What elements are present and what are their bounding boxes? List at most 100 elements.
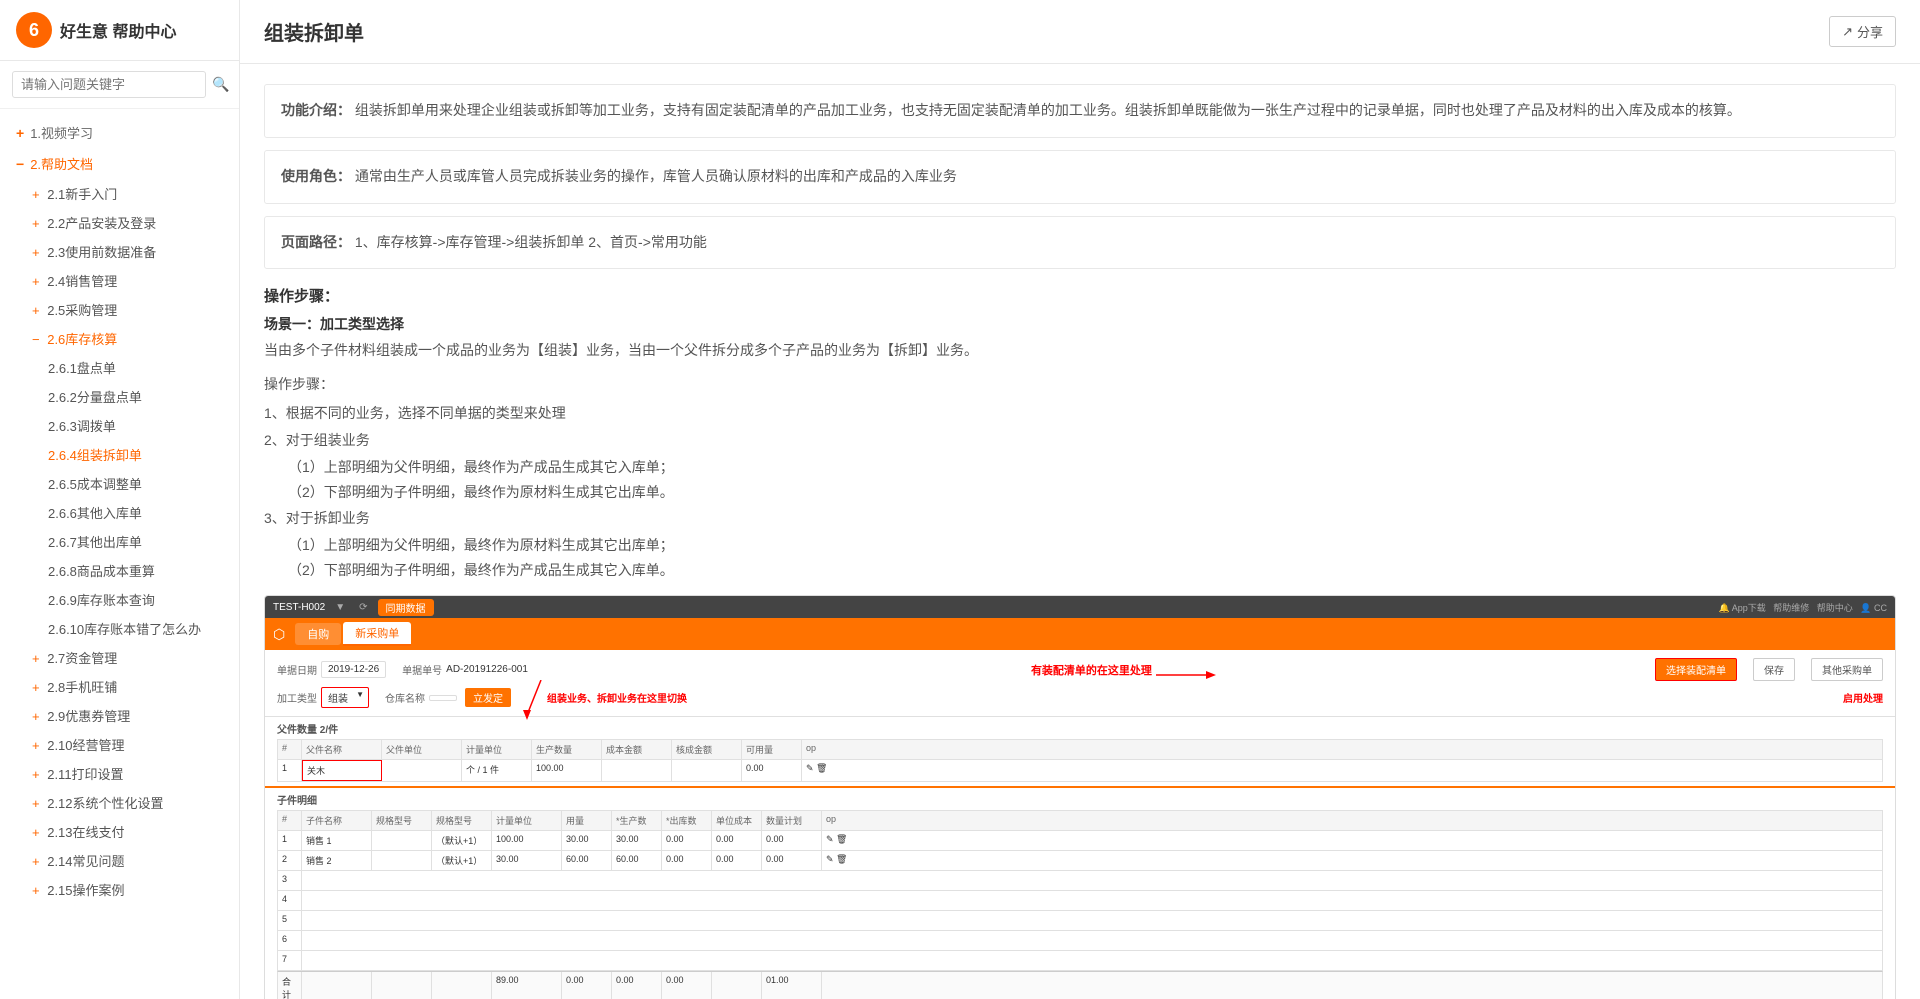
mock-navbar: ⬡ 自购 新采购单 [265,618,1895,650]
mock-child-row-3: 3 [277,871,1883,891]
plus-icon: + [32,303,40,318]
page-title: 组装拆卸单 [264,17,364,46]
function-intro-text: 组装拆卸单用来处理企业组装或拆卸等加工业务，支持有固定装配清单的产品加工业务，也… [355,102,1741,118]
share-button[interactable]: ↗ 分享 [1829,16,1896,47]
sidebar-item-ledger-fix[interactable]: 2.6.10库存账本错了怎么办 [0,614,239,643]
dropdown-icon: ▼ [356,690,364,699]
mock-ver: ▼ [335,602,345,613]
mock-confirm-btn[interactable]: 立发定 [465,688,511,707]
mock-table-row-1: 1 关木 个 / 1 件 100.00 0.00 ✎ 🗑 [277,760,1883,782]
sidebar-item-cases[interactable]: + 2.15操作案例 [0,875,239,904]
mock-tab-new[interactable]: 新采购单 [343,622,411,646]
sidebar-item-mobile[interactable]: + 2.8手机旺铺 [0,672,239,701]
mock-bill-label: 单据单号 [402,662,442,677]
mock-form-area: 单据日期 2019-12-26 单据单号 AD-20191226-001 有装配… [265,650,1895,717]
sidebar-item-install[interactable]: + 2.2产品安装及登录 [0,208,239,237]
search-input[interactable] [12,71,206,98]
mock-date-value[interactable]: 2019-12-26 [321,661,386,678]
step1: 1、根据不同的业务，选择不同单据的类型来处理 [264,401,1896,426]
mock-type-select[interactable]: 组装 ▼ [321,687,369,708]
sidebar-item-sales[interactable]: + 2.4销售管理 [0,266,239,295]
role-label: 使用角色： [281,168,351,184]
sidebar-item-transfer[interactable]: 2.6.3调拨单 [0,411,239,440]
mock-child-row-1: 1 销售 1 （默认+1） 100.00 30.00 30.00 0.00 0.… [277,831,1883,851]
annotation-switch: 组装业务、拆卸业务在这里切换 [547,690,687,705]
mock-child-row-5: 5 [277,911,1883,931]
plus-icon: + [32,216,40,231]
red-arrow-2 [523,680,543,720]
plus-icon: + [16,125,24,141]
mock-other-btn[interactable]: 其他采购单 [1811,658,1883,681]
scene1-title: 场景一：加工类型选择 [264,314,1896,334]
function-intro-label: 功能介绍： [281,102,351,118]
main-header: 组装拆卸单 ↗ 分享 [240,0,1920,64]
plus-icon: + [32,187,40,202]
plus-icon: + [32,796,40,811]
sidebar-item-ledger-query[interactable]: 2.6.9库存账本查询 [0,585,239,614]
mock-select-bom-btn[interactable]: 选择装配清单 [1655,658,1737,681]
plus-icon: + [32,680,40,695]
sidebar-item-other-out[interactable]: 2.6.7其他出库单 [0,527,239,556]
step2-2: （2）下部明细为子件明细，最终作为原材料生成其它出库单。 [264,480,1896,505]
mock-company: TEST-H002 [273,602,325,613]
sidebar-item-coupon[interactable]: + 2.9优惠券管理 [0,701,239,730]
mock-child-row-4: 4 [277,891,1883,911]
mock-child-label: 子件明细 [277,792,1883,807]
mock-warehouse-select[interactable] [429,695,457,701]
plus-icon: + [32,274,40,289]
mock-table-footer: 合计 89.00 0.00 0.00 0.00 01.00 [277,971,1883,999]
mock-child-row-7: 7 [277,951,1883,971]
mock-subtype-label: 仓库名称 [385,690,425,705]
sidebar-item-inventory[interactable]: − 2.6库存核算 [0,324,239,353]
sidebar-item-stocktake[interactable]: 2.6.1盘点单 [0,353,239,382]
mock-parent-name[interactable]: 关木 [302,760,382,781]
sidebar-item-cost-adj[interactable]: 2.6.5成本调整单 [0,469,239,498]
sidebar-item-label: 2.帮助文档 [30,154,93,173]
ops-steps-title: 操作步骤： [264,372,1896,397]
mock-save-btn[interactable]: 保存 [1753,658,1795,681]
sidebar-item-help-docs[interactable]: − 2.帮助文档 [0,148,239,179]
sidebar-item-finance[interactable]: + 2.7资金管理 [0,643,239,672]
mock-icons: 🔔 App下载 帮助维修 帮助中心 👤 CC [1719,601,1887,614]
function-intro-block: 功能介绍： 组装拆卸单用来处理企业组装或拆卸等加工业务，支持有固定装配清单的产品… [264,84,1896,138]
screenshot-container: TEST-H002 ▼ ⟳ 同期数据 🔔 App下载 帮助维修 帮助中心 👤 C… [264,595,1896,999]
red-arrow-1 [1156,665,1216,685]
sidebar-item-payment[interactable]: + 2.13在线支付 [0,817,239,846]
mock-table-header-bottom: # 子件名称 规格型号 规格型号 计量单位 用量 *生产数 *出库数 单位成本 … [277,810,1883,831]
mock-child-row-2: 2 销售 2 （默认+1） 30.00 60.00 60.00 0.00 0.0… [277,851,1883,871]
step3: 3、对于拆卸业务 [264,506,1896,531]
mock-app: TEST-H002 ▼ ⟳ 同期数据 🔔 App下载 帮助维修 帮助中心 👤 C… [265,596,1895,999]
step2-1: （1）上部明细为父件明细，最终作为产成品生成其它入库单； [264,455,1896,480]
path-label: 页面路径： [281,234,351,250]
plus-icon: + [32,767,40,782]
search-icon[interactable]: 🔍 [212,76,229,93]
mock-bill-value: AD-20191226-001 [446,664,528,675]
sidebar-item-personalize[interactable]: + 2.12系统个性化设置 [0,788,239,817]
nav-list: + 1.视频学习 − 2.帮助文档 + 2.1新手入门 + 2.2产品安装及登录… [0,109,239,999]
mock-date-label: 单据日期 [277,662,317,677]
mock-refresh-btn[interactable]: 同期数据 [378,599,434,616]
sidebar-item-cost-recalc[interactable]: 2.6.8商品成本重算 [0,556,239,585]
sidebar-header: 6 好生意 帮助中心 [0,0,239,61]
sidebar-item-partial-stocktake[interactable]: 2.6.2分量盘点单 [0,382,239,411]
plus-icon: + [32,245,40,260]
mock-parent-label: 父件数量 2/件 [277,721,1883,736]
sidebar-item-video[interactable]: + 1.视频学习 [0,117,239,148]
sidebar-item-assembly[interactable]: 2.6.4组装拆卸单 [0,440,239,469]
sidebar-item-print[interactable]: + 2.11打印设置 [0,759,239,788]
mock-tab-zigou[interactable]: 自购 [295,623,341,645]
sidebar-item-data-prep[interactable]: + 2.3使用前数据准备 [0,237,239,266]
plus-icon: + [32,854,40,869]
mock-lower-table: 子件明细 # 子件名称 规格型号 规格型号 计量单位 用量 *生产数 *出库数 … [265,786,1895,999]
sidebar-item-faq[interactable]: + 2.14常见问题 [0,846,239,875]
main-content: 组装拆卸单 ↗ 分享 功能介绍： 组装拆卸单用来处理企业组装或拆卸等加工业务，支… [240,0,1920,999]
sidebar-item-newbie[interactable]: + 2.1新手入门 [0,179,239,208]
mock-titlebar: TEST-H002 ▼ ⟳ 同期数据 🔔 App下载 帮助维修 帮助中心 👤 C… [265,596,1895,618]
sidebar-item-purchase[interactable]: + 2.5采购管理 [0,295,239,324]
path-text: 1、库存核算->库存管理->组装拆卸单 2、首页->常用功能 [355,234,707,250]
minus-icon: − [32,332,40,347]
sidebar-item-operations[interactable]: + 2.10经营管理 [0,730,239,759]
step3-2: （2）下部明细为子件明细，最终作为产成品生成其它入库单。 [264,558,1896,583]
plus-icon: + [32,738,40,753]
sidebar-item-other-in[interactable]: 2.6.6其他入库单 [0,498,239,527]
